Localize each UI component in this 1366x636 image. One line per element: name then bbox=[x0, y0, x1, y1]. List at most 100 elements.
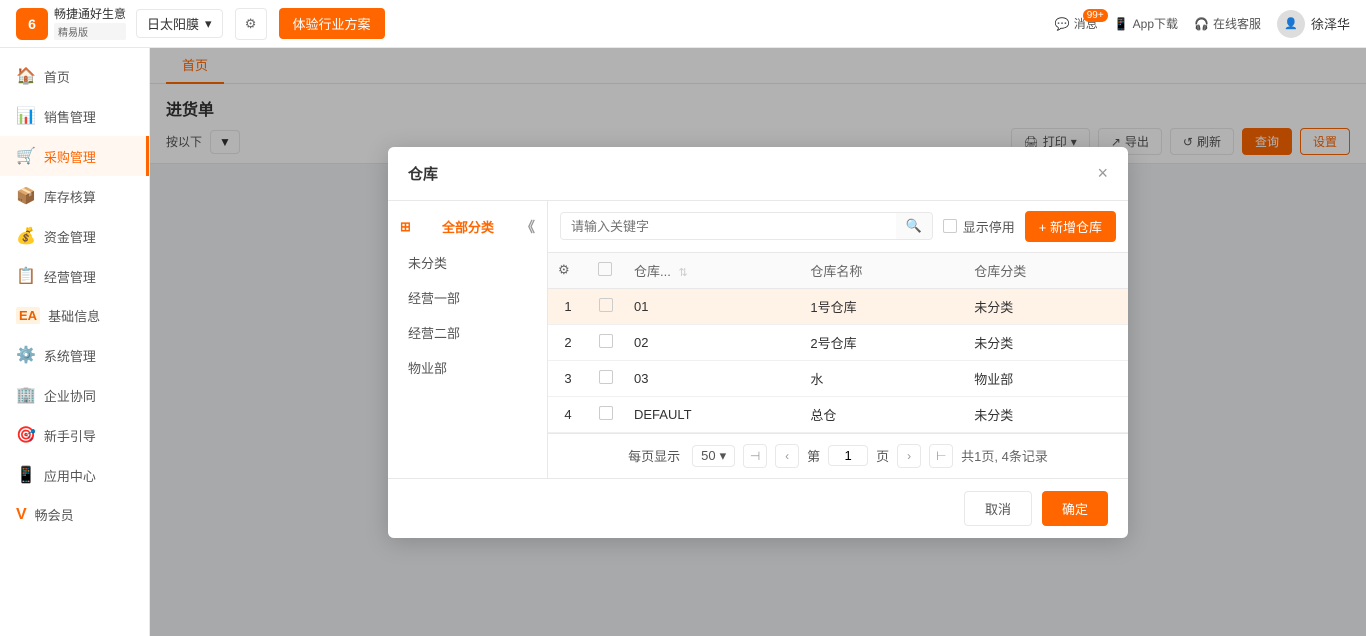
show-disabled-toggle[interactable]: 显示停用 bbox=[943, 217, 1015, 236]
shop-selector[interactable]: 日太阳膜 ▾ bbox=[136, 9, 223, 38]
logo-icon: 6 bbox=[16, 8, 48, 40]
warehouse-table: ⚙ 仓库... ⇅ bbox=[548, 253, 1128, 433]
sidebar-label-system: 系统管理 bbox=[44, 346, 96, 365]
guide-icon: 🎯 bbox=[16, 425, 36, 445]
topbar: 6 畅捷通好生意 精易版 日太阳膜 ▾ ⚙ 体验行业方案 💬 消息 99+ 📱 … bbox=[0, 0, 1366, 48]
td-code: DEFAULT bbox=[624, 396, 800, 432]
td-num: 4 bbox=[548, 396, 588, 432]
table-head: ⚙ 仓库... ⇅ bbox=[548, 253, 1128, 289]
modal-header: 仓库 × bbox=[388, 147, 1128, 201]
sidebar-item-appcenter[interactable]: 📱 应用中心 bbox=[0, 455, 149, 495]
app-download-btn[interactable]: 📱 App下载 bbox=[1114, 15, 1178, 32]
sidebar-item-basic[interactable]: EA 基础信息 bbox=[0, 296, 149, 335]
cancel-button[interactable]: 取消 bbox=[964, 491, 1032, 526]
row-checkbox-3[interactable] bbox=[599, 370, 613, 384]
topbar-center: 日太阳膜 ▾ ⚙ 体验行业方案 bbox=[136, 8, 1055, 40]
cart-icon: 🛒 bbox=[16, 146, 36, 166]
message-badge: 99+ bbox=[1083, 9, 1108, 22]
row-checkbox-2[interactable] bbox=[599, 334, 613, 348]
sidebar-item-home[interactable]: 🏠 首页 bbox=[0, 56, 149, 96]
last-page-btn[interactable]: ⊢ bbox=[929, 444, 953, 468]
select-all-checkbox[interactable] bbox=[598, 262, 612, 276]
shop-name: 日太阳膜 bbox=[147, 14, 199, 33]
sidebar-item-finance[interactable]: 💰 资金管理 bbox=[0, 216, 149, 256]
table-body: 1 01 1号仓库 未分类 2 bbox=[548, 288, 1128, 432]
all-category-item[interactable]: ⊞ 全部分类 《 bbox=[388, 209, 547, 245]
sidebar-item-purchase[interactable]: 🛒 采购管理 bbox=[0, 136, 149, 176]
sidebar-label-enterprise: 企业协同 bbox=[44, 386, 96, 405]
row-checkbox-1[interactable] bbox=[599, 298, 613, 312]
logo-subtitle: 精易版 bbox=[54, 23, 126, 40]
chevron-down-icon: ▾ bbox=[720, 448, 727, 464]
table-row[interactable]: 1 01 1号仓库 未分类 bbox=[548, 288, 1128, 324]
headset-icon: 🎧 bbox=[1194, 17, 1209, 31]
td-name: 1号仓库 bbox=[800, 288, 964, 324]
per-page-label: 每页显示 bbox=[628, 446, 680, 465]
th-category: 仓库分类 bbox=[964, 253, 1128, 289]
logo-text-area: 畅捷通好生意 精易版 bbox=[54, 7, 126, 40]
box-icon: 📦 bbox=[16, 186, 36, 206]
sidebar-item-guide[interactable]: 🎯 新手引导 bbox=[0, 415, 149, 455]
cat-item-ops1[interactable]: 经营一部 bbox=[388, 280, 547, 315]
sidebar-item-inventory[interactable]: 📦 库存核算 bbox=[0, 176, 149, 216]
app-icon: 📱 bbox=[16, 465, 36, 485]
table-area: 🔍 显示停用 + 新增仓库 bbox=[548, 201, 1128, 478]
chevron-down-icon: ▾ bbox=[205, 16, 212, 32]
first-page-btn[interactable]: ⊣ bbox=[743, 444, 767, 468]
sidebar-label-home: 首页 bbox=[44, 67, 70, 86]
prev-page-btn[interactable]: ‹ bbox=[775, 444, 799, 468]
th-gear: ⚙ bbox=[548, 253, 588, 289]
search-icon[interactable]: 🔍 bbox=[896, 213, 932, 239]
trial-button[interactable]: 体验行业方案 bbox=[279, 8, 385, 39]
money-icon: 💰 bbox=[16, 226, 36, 246]
sidebar-label-member: 畅会员 bbox=[35, 505, 74, 524]
row-checkbox-4[interactable] bbox=[599, 406, 613, 420]
message-btn[interactable]: 💬 消息 99+ bbox=[1055, 15, 1098, 32]
category-sidebar: ⊞ 全部分类 《 未分类 经营一部 经营二部 物业部 bbox=[388, 201, 548, 478]
td-category: 未分类 bbox=[964, 396, 1128, 432]
sidebar-item-operations[interactable]: 📋 经营管理 bbox=[0, 256, 149, 296]
online-service-btn[interactable]: 🎧 在线客服 bbox=[1194, 15, 1261, 32]
table-toolbar: 🔍 显示停用 + 新增仓库 bbox=[548, 201, 1128, 253]
cat-item-property[interactable]: 物业部 bbox=[388, 350, 547, 385]
td-name: 水 bbox=[800, 360, 964, 396]
sidebar-label-guide: 新手引导 bbox=[44, 426, 96, 445]
sidebar-item-enterprise[interactable]: 🏢 企业协同 bbox=[0, 375, 149, 415]
avatar: 👤 bbox=[1277, 10, 1305, 38]
sidebar-item-member[interactable]: V 畅会员 bbox=[0, 495, 149, 534]
td-check bbox=[588, 360, 624, 396]
td-code: 01 bbox=[624, 288, 800, 324]
td-category: 物业部 bbox=[964, 360, 1128, 396]
th-check bbox=[588, 253, 624, 289]
table-row[interactable]: 4 DEFAULT 总仓 未分类 bbox=[548, 396, 1128, 432]
gear-icon: ⚙️ bbox=[16, 345, 36, 365]
modal-close-btn[interactable]: × bbox=[1097, 163, 1108, 184]
cat-item-unclassified[interactable]: 未分类 bbox=[388, 245, 547, 280]
new-warehouse-btn[interactable]: + 新增仓库 bbox=[1025, 211, 1116, 242]
chart-icon: 📊 bbox=[16, 106, 36, 126]
per-page-select[interactable]: 50 ▾ bbox=[692, 445, 735, 467]
td-category: 未分类 bbox=[964, 324, 1128, 360]
confirm-button[interactable]: 确定 bbox=[1042, 491, 1108, 526]
search-input[interactable] bbox=[561, 214, 896, 239]
cat-item-ops2[interactable]: 经营二部 bbox=[388, 315, 547, 350]
user-info[interactable]: 👤 徐泽华 bbox=[1277, 10, 1350, 38]
th-code: 仓库... ⇅ bbox=[624, 253, 800, 289]
member-icon: V bbox=[16, 506, 27, 524]
page-input[interactable] bbox=[828, 445, 868, 466]
table-row[interactable]: 2 02 2号仓库 未分类 bbox=[548, 324, 1128, 360]
td-num: 2 bbox=[548, 324, 588, 360]
td-code: 03 bbox=[624, 360, 800, 396]
next-page-btn[interactable]: › bbox=[897, 444, 921, 468]
message-icon: 💬 bbox=[1055, 17, 1070, 31]
collapse-icon[interactable]: 《 bbox=[521, 217, 535, 237]
all-category-label: 全部分类 bbox=[442, 217, 494, 236]
sidebar-item-system[interactable]: ⚙️ 系统管理 bbox=[0, 335, 149, 375]
sidebar-label-appcenter: 应用中心 bbox=[44, 466, 96, 485]
settings-btn[interactable]: ⚙ bbox=[235, 8, 267, 40]
modal-footer: 取消 确定 bbox=[388, 478, 1128, 538]
table-row[interactable]: 3 03 水 物业部 bbox=[548, 360, 1128, 396]
show-disabled-checkbox[interactable] bbox=[943, 219, 957, 233]
sidebar-item-sales[interactable]: 📊 销售管理 bbox=[0, 96, 149, 136]
td-category: 未分类 bbox=[964, 288, 1128, 324]
